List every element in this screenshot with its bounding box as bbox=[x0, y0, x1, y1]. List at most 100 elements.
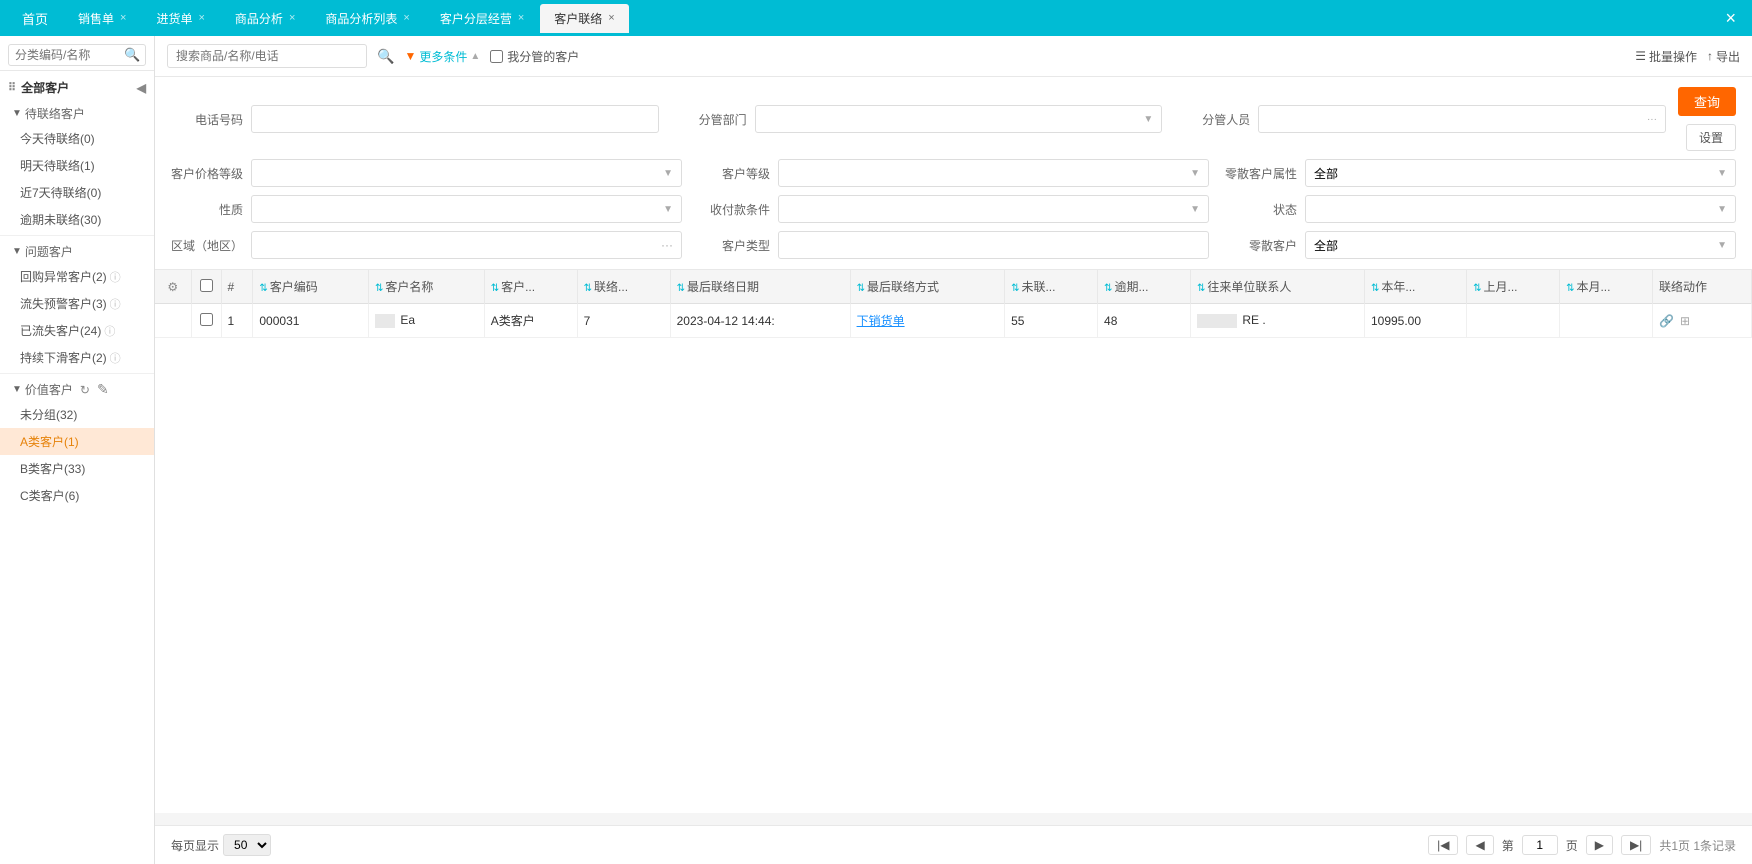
row-index: 1 bbox=[221, 304, 253, 338]
prev-page-button[interactable]: ◀ bbox=[1466, 835, 1493, 855]
payment-select[interactable]: ▼ bbox=[778, 195, 1209, 223]
col-uncontacted[interactable]: ⇅未联... bbox=[1005, 270, 1098, 304]
nav-tab-analysis[interactable]: 商品分析 × bbox=[221, 4, 309, 33]
sidebar-all-customers-header[interactable]: ⠿ 全部客户 ◀ bbox=[0, 71, 154, 100]
col-code[interactable]: ⇅客户编码 bbox=[253, 270, 369, 304]
advanced-filter: 电话号码 分管部门 ▼ 分管人员 ··· bbox=[155, 77, 1752, 270]
table-row: 1 000031 Ea A类客户 7 2023-04-12 14:44: 下销货… bbox=[155, 304, 1752, 338]
col-last-month[interactable]: ⇅上月... bbox=[1467, 270, 1560, 304]
select-all-checkbox[interactable] bbox=[200, 279, 213, 292]
arrow-down-icon: ▼ bbox=[12, 108, 22, 119]
close-customer-mgmt-icon[interactable]: × bbox=[518, 12, 524, 24]
next-page-button[interactable]: ▶ bbox=[1586, 835, 1613, 855]
row-action-link-icon[interactable]: 🔗 bbox=[1659, 314, 1674, 328]
nav-tab-customer-mgmt[interactable]: 客户分层经营 × bbox=[426, 4, 538, 33]
contacts-placeholder bbox=[1197, 314, 1237, 328]
nav-tab-customer-contact[interactable]: 客户联络 × bbox=[540, 4, 628, 33]
row-last-method[interactable]: 下销货单 bbox=[850, 304, 1005, 338]
sidebar-item-tomorrow[interactable]: 明天待联络(1) bbox=[0, 152, 154, 179]
close-purchase-icon[interactable]: × bbox=[198, 12, 204, 24]
first-page-button[interactable]: |◀ bbox=[1428, 835, 1458, 855]
col-last-date[interactable]: ⇅最后联络日期 bbox=[670, 270, 850, 304]
customer-type-select[interactable] bbox=[778, 231, 1209, 259]
sidebar-item-declining[interactable]: 持续下滑客户(2) ⓘ bbox=[0, 344, 154, 371]
nav-home[interactable]: 首页 bbox=[8, 3, 62, 34]
col-last-method[interactable]: ⇅最后联络方式 bbox=[850, 270, 1005, 304]
filter-search-button[interactable]: 🔍 bbox=[377, 48, 394, 65]
price-level-field: 客户价格等级 ▼ bbox=[171, 159, 682, 187]
per-page-section: 每页显示 50 bbox=[171, 834, 271, 856]
status-arrow: ▼ bbox=[1717, 204, 1727, 215]
checkbox-column-header bbox=[191, 270, 221, 304]
row-checkbox[interactable] bbox=[200, 313, 213, 326]
last-page-button[interactable]: ▶| bbox=[1621, 835, 1651, 855]
sidebar-item-churn-warning[interactable]: 流失预警客户(3) ⓘ bbox=[0, 290, 154, 317]
filter-row-4: 区域（地区） ··· 客户类型 零散客户 bbox=[171, 231, 1736, 259]
price-level-select[interactable]: ▼ bbox=[251, 159, 682, 187]
sidebar-item-class-c[interactable]: C类客户(6) bbox=[0, 482, 154, 509]
region-dots[interactable]: ··· bbox=[661, 238, 673, 252]
customer-level-arrow: ▼ bbox=[1190, 168, 1200, 179]
sidebar-item-7days[interactable]: 近7天待联络(0) bbox=[0, 179, 154, 206]
filter-search-input[interactable] bbox=[167, 44, 367, 68]
collapse-icon[interactable]: ◀ bbox=[137, 81, 146, 95]
manager-select[interactable]: ··· bbox=[1258, 105, 1666, 133]
retail-attr-select[interactable]: 全部 ▼ bbox=[1305, 159, 1736, 187]
col-this-month[interactable]: ⇅本月... bbox=[1560, 270, 1653, 304]
batch-operation-button[interactable]: ☰ 批量操作 bbox=[1635, 48, 1697, 65]
nature-select[interactable]: ▼ bbox=[251, 195, 682, 223]
sidebar-item-repurchase-abnormal[interactable]: 回购异常客户(2) ⓘ bbox=[0, 263, 154, 290]
window-close-button[interactable]: × bbox=[1717, 8, 1744, 29]
sidebar-group-value[interactable]: ▼ 价值客户 ↻ ✎ bbox=[0, 376, 154, 401]
page-number-input[interactable] bbox=[1522, 835, 1558, 855]
edit-group-icon[interactable]: ✎ bbox=[97, 381, 109, 398]
close-sales-icon[interactable]: × bbox=[120, 12, 126, 24]
sidebar-item-today[interactable]: 今天待联络(0) bbox=[0, 125, 154, 152]
col-this-year[interactable]: ⇅本年... bbox=[1364, 270, 1466, 304]
sidebar-search-icon[interactable]: 🔍 bbox=[124, 47, 140, 63]
export-button[interactable]: ↑ 导出 bbox=[1707, 48, 1740, 65]
nav-tab-sales[interactable]: 销售单 × bbox=[64, 4, 140, 33]
query-button[interactable]: 查询 bbox=[1678, 87, 1736, 116]
more-conditions-button[interactable]: ▼ 更多条件 ▲ bbox=[404, 48, 480, 65]
close-analysis-icon[interactable]: × bbox=[289, 12, 295, 24]
my-customers-checkbox[interactable] bbox=[490, 50, 503, 63]
close-customer-contact-icon[interactable]: × bbox=[608, 12, 614, 24]
gear-column[interactable]: ⚙ bbox=[155, 270, 191, 304]
customer-type-field: 客户类型 bbox=[698, 231, 1209, 259]
row-last-month bbox=[1467, 304, 1560, 338]
retail-customer-select[interactable]: 全部 ▼ bbox=[1305, 231, 1736, 259]
row-uncontacted: 55 bbox=[1005, 304, 1098, 338]
col-name[interactable]: ⇅客户名称 bbox=[369, 270, 485, 304]
phone-input[interactable] bbox=[251, 105, 659, 133]
nav-tab-purchase[interactable]: 进货单 × bbox=[142, 4, 218, 33]
col-contacts[interactable]: ⇅往来单位联系人 bbox=[1191, 270, 1365, 304]
row-action-grid-icon[interactable]: ⊞ bbox=[1680, 314, 1690, 328]
col-customer-type[interactable]: ⇅客户... bbox=[484, 270, 577, 304]
top-nav: 首页 销售单 × 进货单 × 商品分析 × 商品分析列表 × 客户分层经营 × … bbox=[0, 0, 1752, 36]
dept-select-arrow: ▼ bbox=[1143, 114, 1153, 125]
settings-button[interactable]: 设置 bbox=[1686, 124, 1736, 151]
per-page-select[interactable]: 50 bbox=[223, 834, 271, 856]
nav-tab-analysis-list[interactable]: 商品分析列表 × bbox=[311, 4, 423, 33]
status-select[interactable]: ▼ bbox=[1305, 195, 1736, 223]
close-analysis-list-icon[interactable]: × bbox=[403, 12, 409, 24]
sidebar-item-churned[interactable]: 已流失客户(24) ⓘ bbox=[0, 317, 154, 344]
row-contact-count: 7 bbox=[577, 304, 670, 338]
region-select[interactable]: ··· bbox=[251, 231, 682, 259]
customer-level-select[interactable]: ▼ bbox=[778, 159, 1209, 187]
sidebar-group-problem[interactable]: ▼ 问题客户 bbox=[0, 238, 154, 263]
refresh-icon[interactable]: ↻ bbox=[80, 383, 90, 397]
horizontal-scrollbar[interactable] bbox=[155, 813, 1752, 825]
sidebar-item-overdue[interactable]: 逾期未联络(30) bbox=[0, 206, 154, 233]
sidebar-item-class-a[interactable]: A类客户(1) bbox=[0, 428, 154, 455]
sidebar-item-unclassified[interactable]: 未分组(32) bbox=[0, 401, 154, 428]
col-contact-count[interactable]: ⇅联络... bbox=[577, 270, 670, 304]
dept-select[interactable]: ▼ bbox=[755, 105, 1163, 133]
my-customers-checkbox-label[interactable]: 我分管的客户 bbox=[490, 48, 579, 65]
col-overdue[interactable]: ⇅逾期... bbox=[1098, 270, 1191, 304]
sidebar-item-class-b[interactable]: B类客户(33) bbox=[0, 455, 154, 482]
sidebar-group-pending[interactable]: ▼ 待联络客户 bbox=[0, 100, 154, 125]
total-records: 共1页 1条记录 bbox=[1659, 837, 1736, 854]
row-code: 000031 bbox=[253, 304, 369, 338]
